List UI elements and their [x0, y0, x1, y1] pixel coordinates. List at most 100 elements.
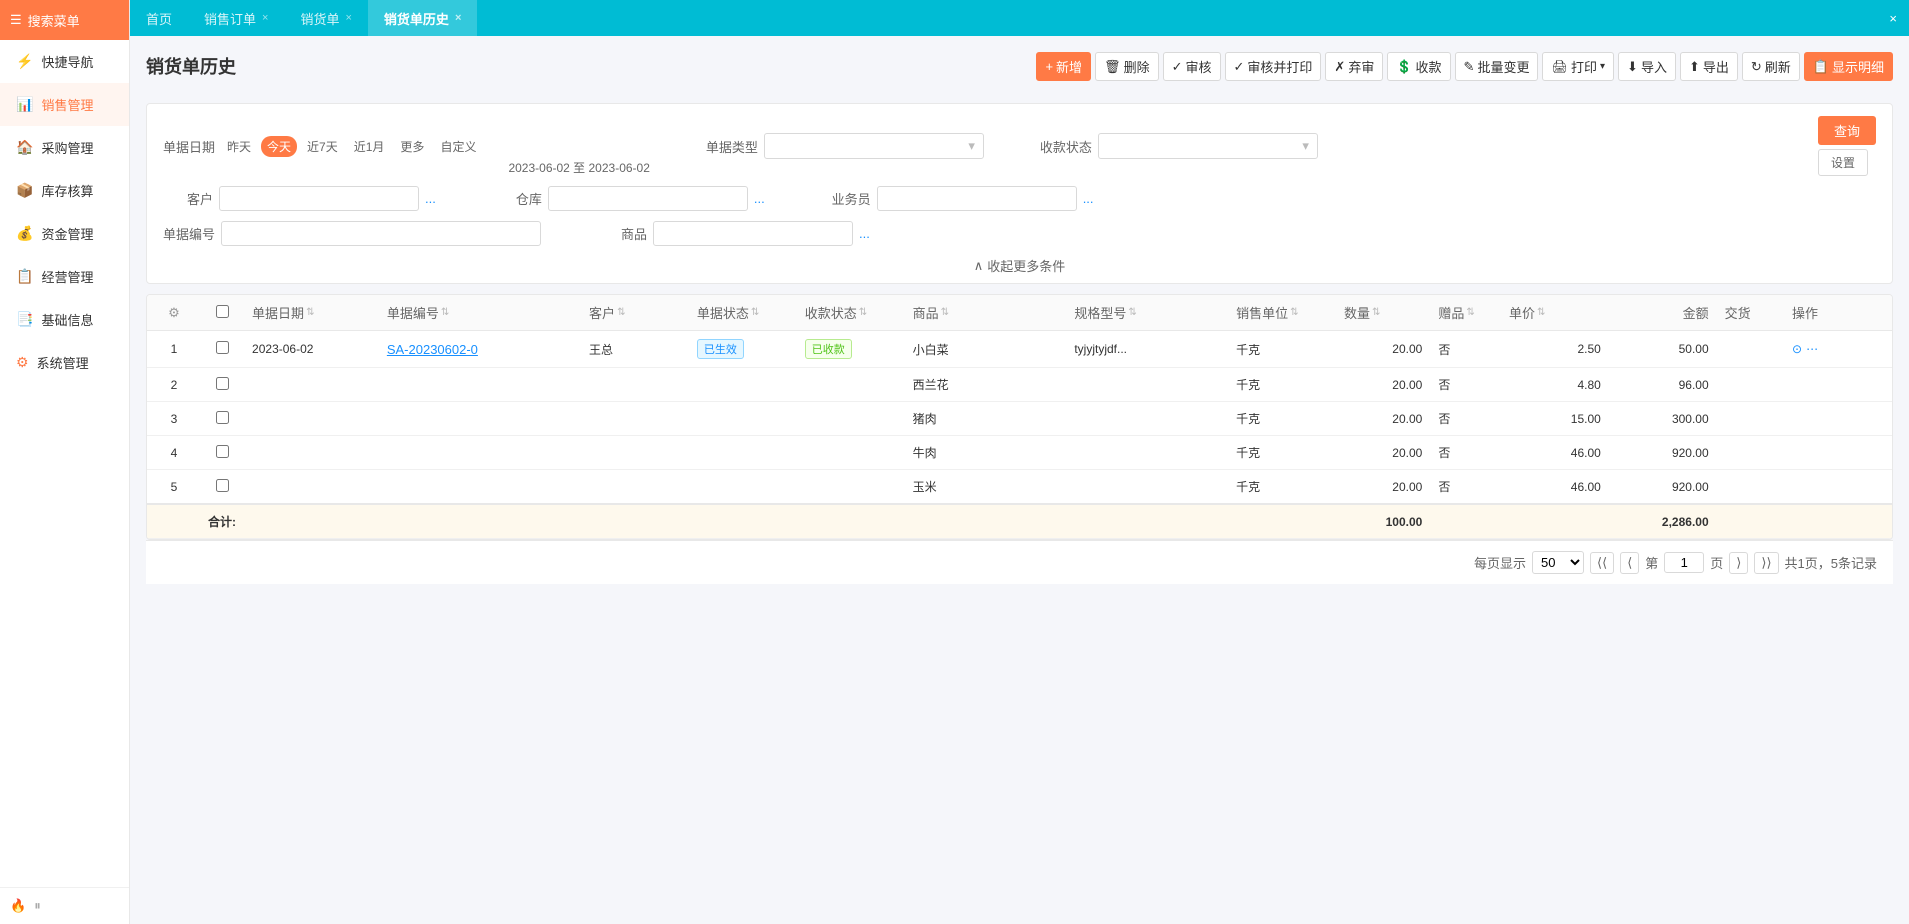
tab-sales-delivery[interactable]: 销货单 × [284, 0, 367, 36]
tab-home[interactable]: 首页 [130, 0, 188, 36]
export-button[interactable]: ⬆ 导出 [1680, 52, 1738, 81]
date-shortcut-7days[interactable]: 近7天 [301, 136, 344, 157]
sidebar-item-basic-info[interactable]: 📑 基础信息 [0, 298, 129, 341]
date-shortcut-1month[interactable]: 近1月 [348, 136, 391, 157]
add-button[interactable]: + 新增 [1036, 52, 1091, 81]
th-spec[interactable]: 规格型号 ⇅ [1066, 295, 1228, 331]
customer-input[interactable] [219, 186, 419, 211]
sidebar-item-purchase-mgmt[interactable]: 🏠 采购管理 [0, 126, 129, 169]
prev-page-button[interactable]: ⟨ [1620, 552, 1639, 574]
fire-icon[interactable]: 🔥 [10, 898, 26, 914]
sidebar-header[interactable]: ☰ 搜索菜单 [0, 0, 129, 40]
sidebar-item-inventory[interactable]: 📦 库存核算 [0, 169, 129, 212]
tab-close-all[interactable]: × [1889, 11, 1909, 26]
row-check[interactable] [201, 368, 244, 402]
warehouse-ellipsis[interactable]: ... [754, 191, 765, 206]
purchase-mgmt-icon: 🏠 [16, 139, 33, 156]
tab-sales-history[interactable]: 销货单历史 × [368, 0, 477, 36]
per-page-select[interactable]: 50 20 100 200 [1532, 551, 1584, 574]
th-doc-no[interactable]: 单据编号 ⇅ [379, 295, 581, 331]
salesman-input[interactable] [877, 186, 1077, 211]
tab-sales-history-label: 销货单历史 [384, 9, 449, 28]
summary-label: 合计: [147, 504, 244, 539]
doc-type-select[interactable]: ▾ [764, 133, 984, 159]
customer-ellipsis[interactable]: ... [425, 191, 436, 206]
sidebar-item-label: 资金管理 [41, 224, 93, 243]
filter-row-2: 客户 ... 仓库 ... 业务员 ... [163, 186, 1876, 211]
date-shortcut-today[interactable]: 今天 [261, 136, 297, 157]
row-checkbox[interactable] [216, 479, 229, 492]
doc-no-input[interactable] [221, 221, 541, 246]
row-doc-no [379, 470, 581, 505]
th-doc-status[interactable]: 单据状态 ⇅ [689, 295, 797, 331]
pay-status-select[interactable]: ▾ [1098, 133, 1318, 159]
row-check[interactable] [201, 436, 244, 470]
row-action [1784, 436, 1892, 470]
sidebar-item-sys-mgmt[interactable]: ⚙ 系统管理 [0, 341, 129, 384]
print-label: 打印 [1571, 57, 1597, 76]
audit-button[interactable]: ✓ 审核 [1163, 52, 1221, 81]
goods-ellipsis[interactable]: ... [859, 226, 870, 241]
show-detail-button[interactable]: 📋 显示明细 [1804, 52, 1893, 81]
print-button[interactable]: 🖨 打印 ▾ [1542, 52, 1614, 81]
view-action-button[interactable]: ⊙ [1792, 342, 1802, 356]
th-settings[interactable]: ⚙ [147, 295, 201, 331]
th-price[interactable]: 单价 ⇅ [1501, 295, 1609, 331]
sidebar-item-sales-mgmt[interactable]: 📊 销售管理 [0, 83, 129, 126]
row-qty: 20.00 [1336, 436, 1430, 470]
delete-button[interactable]: 🗑 删除 [1095, 52, 1159, 81]
collect-label: 收款 [1416, 57, 1442, 76]
row-doc-status [689, 368, 797, 402]
batch-change-button[interactable]: ✎ 批量变更 [1455, 52, 1539, 81]
row-check[interactable] [201, 331, 244, 368]
next-page-button[interactable]: ⟩ [1729, 552, 1748, 574]
row-check[interactable] [201, 470, 244, 505]
th-doc-date[interactable]: 单据日期 ⇅ [244, 295, 379, 331]
collapse-button[interactable]: ∧ 收起更多条件 [163, 256, 1876, 275]
pause-icon[interactable]: ⏸ [34, 898, 41, 914]
discard-button[interactable]: ✗ 弃审 [1325, 52, 1383, 81]
audit-print-button[interactable]: ✓ 审核并打印 [1225, 52, 1322, 81]
first-page-button[interactable]: ⟨⟨ [1590, 552, 1614, 574]
last-page-button[interactable]: ⟩⟩ [1754, 552, 1778, 574]
goods-input[interactable] [653, 221, 853, 246]
more-action-button[interactable]: ⋯ [1806, 342, 1818, 356]
doc-no-link[interactable]: SA-20230602-0 [387, 342, 478, 357]
sidebar-item-operations[interactable]: 📋 经营管理 [0, 255, 129, 298]
salesman-ellipsis[interactable]: ... [1083, 191, 1094, 206]
th-goods[interactable]: 商品 ⇅ [905, 295, 1067, 331]
query-button[interactable]: 查询 [1818, 116, 1876, 145]
settings-button[interactable]: 设置 [1818, 149, 1868, 176]
th-customer[interactable]: 客户 ⇅ [581, 295, 689, 331]
collect-button[interactable]: 💲 收款 [1387, 52, 1450, 81]
row-checkbox[interactable] [216, 377, 229, 390]
sidebar-item-finance[interactable]: 💰 资金管理 [0, 212, 129, 255]
date-shortcut-yesterday[interactable]: 昨天 [221, 136, 257, 157]
row-checkbox[interactable] [216, 341, 229, 354]
quick-nav-icon: ⚡ [16, 53, 33, 70]
filter-section: 单据日期 昨天 今天 近7天 近1月 更多 自定义 2023-06-02 至 2… [146, 103, 1893, 284]
th-check[interactable] [201, 295, 244, 331]
tab-sales-order-close[interactable]: × [262, 12, 268, 24]
row-check[interactable] [201, 402, 244, 436]
page-number-input[interactable] [1664, 552, 1704, 573]
date-shortcut-custom[interactable]: 自定义 [434, 136, 482, 157]
th-unit[interactable]: 销售单位 ⇅ [1228, 295, 1336, 331]
tab-sales-order[interactable]: 销售订单 × [188, 0, 284, 36]
refresh-button[interactable]: ↻ 刷新 [1742, 52, 1800, 81]
tab-sales-history-close[interactable]: × [455, 12, 461, 24]
settings-gear-icon[interactable]: ⚙ [168, 305, 180, 320]
sidebar-item-label: 库存核算 [41, 181, 93, 200]
th-pay-status[interactable]: 收款状态 ⇅ [797, 295, 905, 331]
th-gift[interactable]: 赠品 ⇅ [1430, 295, 1501, 331]
row-checkbox[interactable] [216, 411, 229, 424]
th-qty[interactable]: 数量 ⇅ [1336, 295, 1430, 331]
import-button[interactable]: ⬇ 导入 [1618, 52, 1676, 81]
select-all-checkbox[interactable] [216, 305, 229, 318]
warehouse-input[interactable] [548, 186, 748, 211]
sidebar-item-quick-nav[interactable]: ⚡ 快捷导航 [0, 40, 129, 83]
row-checkbox[interactable] [216, 445, 229, 458]
tab-sales-delivery-close[interactable]: × [345, 12, 351, 24]
date-shortcut-more[interactable]: 更多 [394, 136, 430, 157]
summary-row: 合计: 100.00 2,286.00 [147, 504, 1892, 539]
